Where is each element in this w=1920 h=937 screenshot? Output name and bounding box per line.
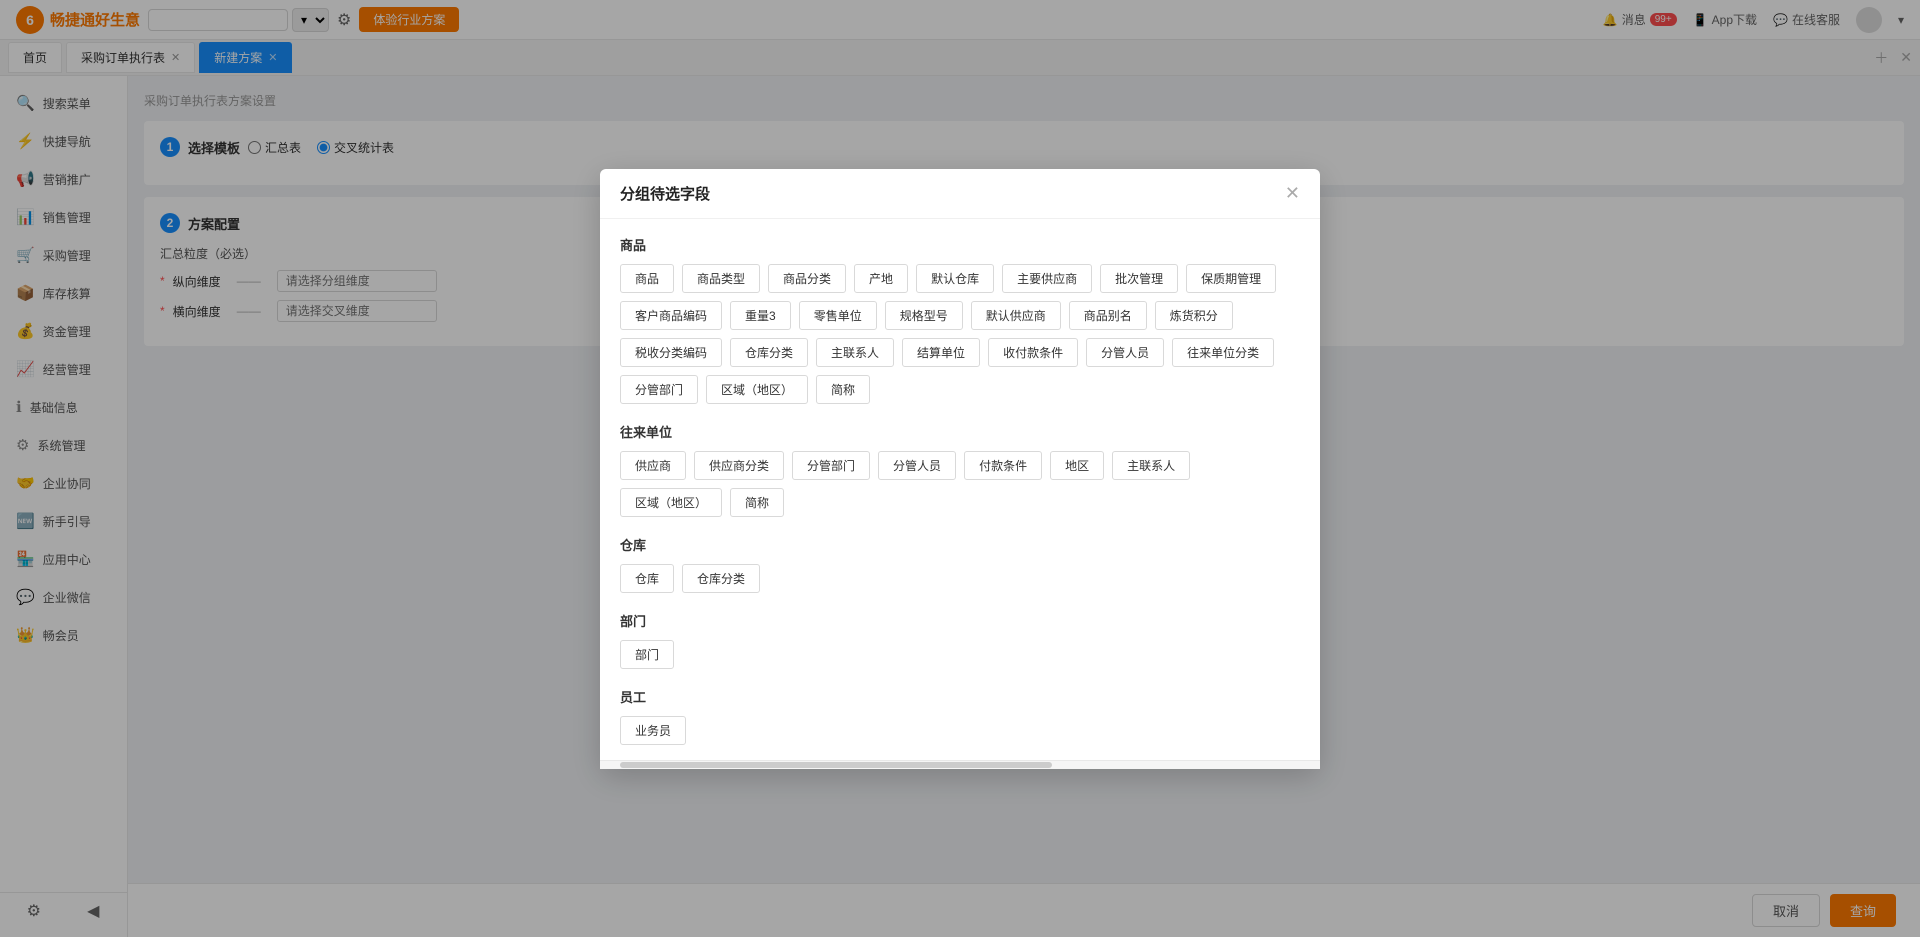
field-tag-retail-unit[interactable]: 零售单位: [799, 301, 877, 330]
section-warehouse: 仓库 仓库 仓库分类: [620, 535, 1300, 593]
field-tag-warehouse-cat[interactable]: 仓库分类: [730, 338, 808, 367]
field-tag-batch-mgmt[interactable]: 批次管理: [1100, 264, 1178, 293]
field-tag-main-supplier[interactable]: 主要供应商: [1002, 264, 1092, 293]
section-product-tags: 商品 商品类型 商品分类 产地 默认仓库 主要供应商 批次管理 保质期管理 客户…: [620, 264, 1300, 404]
modal-hscroll[interactable]: [600, 760, 1320, 768]
field-tag-weight3[interactable]: 重量3: [730, 301, 791, 330]
modal-title: 分组待选字段: [620, 183, 710, 204]
modal-body: 商品 商品 商品类型 商品分类 产地 默认仓库 主要供应商 批次管理 保质期管理…: [600, 219, 1320, 761]
field-tag-main-contact[interactable]: 主联系人: [816, 338, 894, 367]
section-product-title: 商品: [620, 235, 1300, 254]
field-tag-default-supplier[interactable]: 默认供应商: [971, 301, 1061, 330]
field-tag-short-name-partner[interactable]: 简称: [730, 488, 784, 517]
field-tag-customer-code[interactable]: 客户商品编码: [620, 301, 722, 330]
modal-close-button[interactable]: ✕: [1285, 184, 1300, 202]
field-tag-warehouse[interactable]: 仓库: [620, 564, 674, 593]
field-tag-expiry-mgmt[interactable]: 保质期管理: [1186, 264, 1276, 293]
modal-hscroll-thumb: [620, 762, 1052, 768]
field-tag-manager-partner[interactable]: 分管人员: [878, 451, 956, 480]
modal-overlay: 分组待选字段 ✕ 商品 商品 商品类型 商品分类 产地 默认仓库 主要供应商: [128, 76, 1920, 937]
field-tag-product-category[interactable]: 商品分类: [768, 264, 846, 293]
field-tag-refine-points[interactable]: 炼货积分: [1155, 301, 1233, 330]
section-warehouse-title: 仓库: [620, 535, 1300, 554]
field-tag-region-partner[interactable]: 地区: [1050, 451, 1104, 480]
field-tag-origin[interactable]: 产地: [854, 264, 908, 293]
section-partner-tags: 供应商 供应商分类 分管部门 分管人员 付款条件 地区 主联系人 区域（地区） …: [620, 451, 1300, 517]
section-employee-title: 员工: [620, 687, 1300, 706]
field-tag-region-product[interactable]: 区域（地区）: [706, 375, 808, 404]
field-tag-partner-cat[interactable]: 往来单位分类: [1172, 338, 1274, 367]
field-tag-dept-managed[interactable]: 分管部门: [620, 375, 698, 404]
section-partner: 往来单位 供应商 供应商分类 分管部门 分管人员 付款条件 地区 主联系人 区域…: [620, 422, 1300, 517]
section-product: 商品 商品 商品类型 商品分类 产地 默认仓库 主要供应商 批次管理 保质期管理…: [620, 235, 1300, 404]
field-tag-product-alias[interactable]: 商品别名: [1069, 301, 1147, 330]
field-tag-payment-terms[interactable]: 收付款条件: [988, 338, 1078, 367]
field-tag-dept-partner[interactable]: 分管部门: [792, 451, 870, 480]
field-selection-modal: 分组待选字段 ✕ 商品 商品 商品类型 商品分类 产地 默认仓库 主要供应商: [600, 169, 1320, 769]
section-department-title: 部门: [620, 611, 1300, 630]
field-tag-short-name-product[interactable]: 简称: [816, 375, 870, 404]
field-tag-settlement-unit[interactable]: 结算单位: [902, 338, 980, 367]
field-tag-supplier-cat[interactable]: 供应商分类: [694, 451, 784, 480]
section-department: 部门 部门: [620, 611, 1300, 669]
field-tag-product-type[interactable]: 商品类型: [682, 264, 760, 293]
main-layout: 🔍 搜索菜单 ⚡ 快捷导航 📢 营销推广 📊 销售管理 🛒 采购管理 📦 库存核…: [0, 76, 1920, 937]
field-tag-region2-partner[interactable]: 区域（地区）: [620, 488, 722, 517]
field-tag-supplier[interactable]: 供应商: [620, 451, 686, 480]
field-tag-product[interactable]: 商品: [620, 264, 674, 293]
section-partner-title: 往来单位: [620, 422, 1300, 441]
field-tag-manager[interactable]: 分管人员: [1086, 338, 1164, 367]
section-employee-tags: 业务员: [620, 716, 1300, 745]
field-tag-default-warehouse[interactable]: 默认仓库: [916, 264, 994, 293]
section-department-tags: 部门: [620, 640, 1300, 669]
field-tag-payment-condition[interactable]: 付款条件: [964, 451, 1042, 480]
field-tag-spec-model[interactable]: 规格型号: [885, 301, 963, 330]
field-tag-main-contact-partner[interactable]: 主联系人: [1112, 451, 1190, 480]
field-tag-warehouse-category[interactable]: 仓库分类: [682, 564, 760, 593]
field-tag-department[interactable]: 部门: [620, 640, 674, 669]
main-content: 采购订单执行表方案设置 1 选择模板 汇总表 交叉统计表: [128, 76, 1920, 937]
field-tag-salesperson[interactable]: 业务员: [620, 716, 686, 745]
modal-header: 分组待选字段 ✕: [600, 169, 1320, 219]
field-tag-tax-code[interactable]: 税收分类编码: [620, 338, 722, 367]
section-employee: 员工 业务员: [620, 687, 1300, 745]
section-warehouse-tags: 仓库 仓库分类: [620, 564, 1300, 593]
